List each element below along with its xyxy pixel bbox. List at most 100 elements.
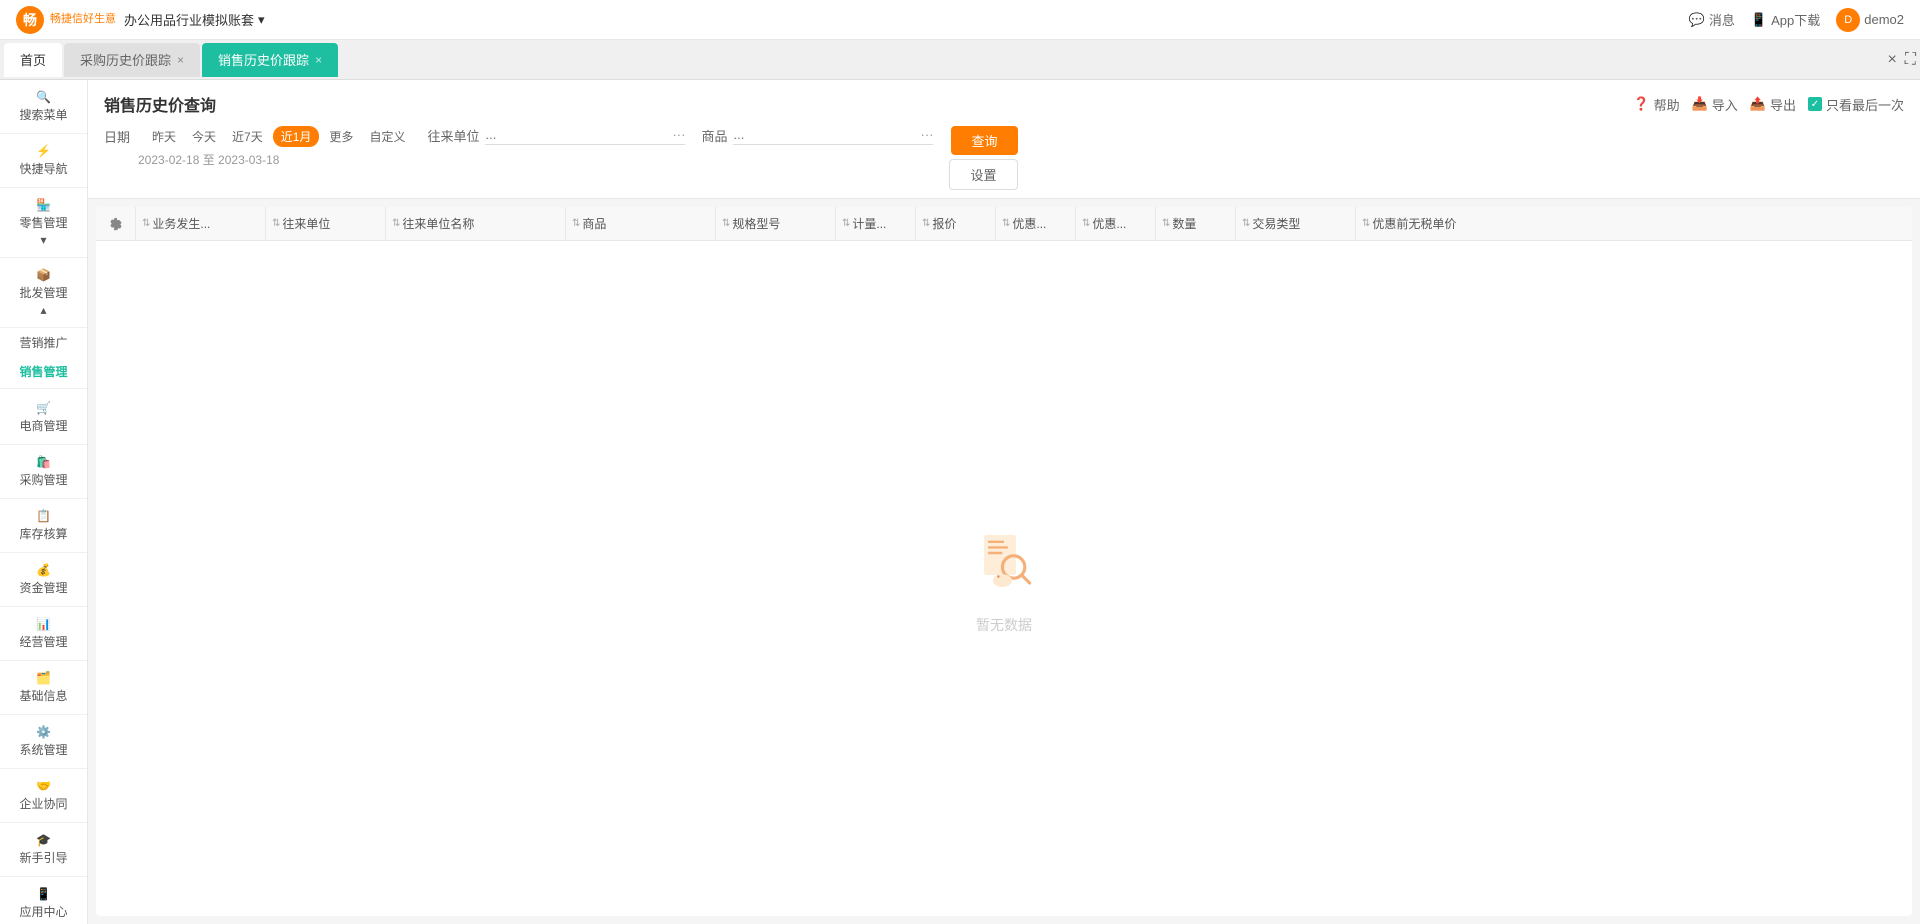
table-header: ⇅ 业务发生... ⇅ 往来单位 ⇅ 往来单位名称 ⇅ 商品 ⇅ 规格型号 xyxy=(96,207,1912,241)
table-col-spec[interactable]: ⇅ 规格型号 xyxy=(716,207,836,240)
table-col-spec-label: 规格型号 xyxy=(732,215,780,232)
partner-input[interactable] xyxy=(485,127,672,142)
sidebar-item-newbie-label: 新手引导 xyxy=(19,849,67,866)
table-col-date-label: 业务发生... xyxy=(152,215,210,232)
filter-row: 日期 昨天 今天 近7天 近1月 更多 自定义 xyxy=(104,126,411,147)
only-last-checkbox[interactable]: ✓ 只看最后一次 xyxy=(1808,95,1904,114)
sort-up-icon: ⇅ xyxy=(142,218,150,229)
product-dots-icon[interactable]: ··· xyxy=(920,127,933,142)
table-col-discount2[interactable]: ⇅ 优惠... xyxy=(1076,207,1156,240)
tab-sales-history-close[interactable]: × xyxy=(315,53,322,67)
date-tab-today[interactable]: 今天 xyxy=(186,126,222,147)
table-col-price[interactable]: ⇅ 报价 xyxy=(916,207,996,240)
sidebar-item-wholesale[interactable]: 📦 批发管理 ▴ xyxy=(0,258,87,328)
sort-trans-icon: ⇅ xyxy=(1242,218,1250,229)
empty-illustration xyxy=(964,523,1044,603)
top-bar: 畅 畅捷信好生意 办公用品行业模拟账套 ▾ 💬 消息 📱 App下载 D dem… xyxy=(0,0,1920,40)
tab-bar: 首页 采购历史价跟踪 × 销售历史价跟踪 × × ⛶ xyxy=(0,40,1920,80)
table-col-unit[interactable]: ⇅ 计量... xyxy=(836,207,916,240)
breadcrumb-text: 办公用品行业模拟账套 xyxy=(124,10,254,29)
sidebar-item-system[interactable]: ⚙️ 系统管理 xyxy=(0,715,87,769)
tab-close-all-button[interactable]: × xyxy=(1887,51,1896,69)
sidebar-item-enterprise-label: 企业协同 xyxy=(19,795,67,812)
search-icon: 🔍 xyxy=(36,90,51,104)
filter-area: 日期 昨天 今天 近7天 近1月 更多 自定义 2023-02-18 至 202… xyxy=(104,126,1904,190)
sort-unit-icon: ⇅ xyxy=(272,218,280,229)
inventory-icon: 📋 xyxy=(36,509,51,523)
table-col-price-label: 报价 xyxy=(932,215,956,232)
sidebar-item-inventory[interactable]: 📋 库存核算 xyxy=(0,499,87,553)
export-label: 导出 xyxy=(1770,95,1796,114)
sidebar-item-finance[interactable]: 💰 资金管理 xyxy=(0,553,87,607)
date-filter-group: 日期 昨天 今天 近7天 近1月 更多 自定义 2023-02-18 至 202… xyxy=(104,126,411,168)
export-icon: 📤 xyxy=(1750,96,1766,112)
import-button[interactable]: 📥 导入 xyxy=(1692,95,1738,114)
logo-icon: 畅 xyxy=(16,6,44,34)
import-icon: 📥 xyxy=(1692,96,1708,112)
page-title-row: 销售历史价查询 ❓ 帮助 📥 导入 📤 导出 ✓ xyxy=(104,92,1904,116)
sidebar-item-sales-label: 销售管理 xyxy=(19,365,67,379)
date-tab-custom[interactable]: 自定义 xyxy=(363,126,411,147)
sidebar-item-purchase[interactable]: 🛍️ 采购管理 xyxy=(0,445,87,499)
sidebar-item-basic[interactable]: 🗂️ 基础信息 xyxy=(0,661,87,715)
query-button[interactable]: 查询 xyxy=(951,126,1017,155)
content-area: 销售历史价查询 ❓ 帮助 📥 导入 📤 导出 ✓ xyxy=(88,80,1920,924)
table-col-unit-name[interactable]: ⇅ 往来单位名称 xyxy=(386,207,566,240)
tab-purchase-history[interactable]: 采购历史价跟踪 × xyxy=(64,43,200,77)
partner-dots-icon[interactable]: ··· xyxy=(672,127,685,142)
sort-unit2-icon: ⇅ xyxy=(842,218,850,229)
date-tab-last1m[interactable]: 近1月 xyxy=(273,126,320,147)
table-col-product[interactable]: ⇅ 商品 xyxy=(566,207,716,240)
sidebar-item-apps[interactable]: 📱 应用中心 xyxy=(0,877,87,924)
sidebar-item-shortcut[interactable]: ⚡ 快捷导航 xyxy=(0,134,87,188)
tab-maximize-button[interactable]: ⛶ xyxy=(1905,51,1916,69)
date-tab-yesterday[interactable]: 昨天 xyxy=(146,126,182,147)
sidebar-item-basic-label: 基础信息 xyxy=(19,687,67,704)
top-bar-left: 畅 畅捷信好生意 办公用品行业模拟账套 ▾ xyxy=(16,6,265,34)
table-col-qty[interactable]: ⇅ 数量 xyxy=(1156,207,1236,240)
sidebar-item-operations[interactable]: 📊 经营管理 xyxy=(0,607,87,661)
sidebar-item-retail[interactable]: 🏪 零售管理 ▾ xyxy=(0,188,87,258)
newbie-icon: 🎓 xyxy=(36,833,51,847)
message-button[interactable]: 💬 消息 xyxy=(1689,10,1735,29)
date-filter-label: 日期 xyxy=(104,127,130,146)
date-range-display: 2023-02-18 至 2023-03-18 xyxy=(104,151,411,168)
tab-home[interactable]: 首页 xyxy=(4,43,62,77)
tab-sales-history[interactable]: 销售历史价跟踪 × xyxy=(202,43,338,77)
sort-unit-name-icon: ⇅ xyxy=(392,218,400,229)
product-input[interactable] xyxy=(733,127,920,142)
tab-purchase-history-close[interactable]: × xyxy=(177,53,184,67)
export-button[interactable]: 📤 导出 xyxy=(1750,95,1796,114)
sidebar-item-search[interactable]: 🔍 搜索菜单 xyxy=(0,80,87,134)
app-download-button[interactable]: 📱 App下载 xyxy=(1751,10,1820,29)
date-tab-last7[interactable]: 近7天 xyxy=(226,126,269,147)
partner-label: 往来单位 xyxy=(427,126,479,145)
date-tab-more[interactable]: 更多 xyxy=(323,126,359,147)
table-col-trans-type[interactable]: ⇅ 交易类型 xyxy=(1236,207,1356,240)
table-col-discount1[interactable]: ⇅ 优惠... xyxy=(996,207,1076,240)
sidebar-item-newbie[interactable]: 🎓 新手引导 xyxy=(0,823,87,877)
table-col-unit-code[interactable]: ⇅ 往来单位 xyxy=(266,207,386,240)
table-col-settings[interactable] xyxy=(96,207,136,240)
table-col-unit-name-label: 往来单位名称 xyxy=(402,215,474,232)
sort-spec-icon: ⇅ xyxy=(722,218,730,229)
breadcrumb-area[interactable]: 办公用品行业模拟账套 ▾ xyxy=(124,10,265,29)
sidebar-item-marketing[interactable]: 营销推广 xyxy=(0,328,87,357)
tab-home-label: 首页 xyxy=(20,50,46,69)
help-button[interactable]: ❓ 帮助 xyxy=(1633,95,1679,114)
only-last-label: 只看最后一次 xyxy=(1826,95,1904,114)
shortcut-icon: ⚡ xyxy=(36,144,51,158)
user-area[interactable]: D demo2 xyxy=(1836,8,1904,32)
setting-button[interactable]: 设置 xyxy=(949,159,1017,190)
header-actions: ❓ 帮助 📥 导入 📤 导出 ✓ 只看最后一次 xyxy=(1633,95,1904,114)
tab-actions: × ⛶ xyxy=(1887,51,1916,69)
table-col-date[interactable]: ⇅ 业务发生... xyxy=(136,207,266,240)
sort-tax-icon: ⇅ xyxy=(1362,218,1370,229)
sidebar-item-enterprise[interactable]: 🤝 企业协同 xyxy=(0,769,87,823)
date-tabs: 昨天 今天 近7天 近1月 更多 自定义 xyxy=(146,126,411,147)
sidebar-item-ecommerce[interactable]: 🛒 电商管理 xyxy=(0,391,87,445)
query-buttons: 查询 设置 xyxy=(949,126,1017,190)
sidebar-item-sales[interactable]: 销售管理 xyxy=(0,357,87,386)
table-col-tax-price[interactable]: ⇅ 优惠前无税单价 xyxy=(1356,207,1912,240)
table-col-unit-label: 计量... xyxy=(852,215,886,232)
